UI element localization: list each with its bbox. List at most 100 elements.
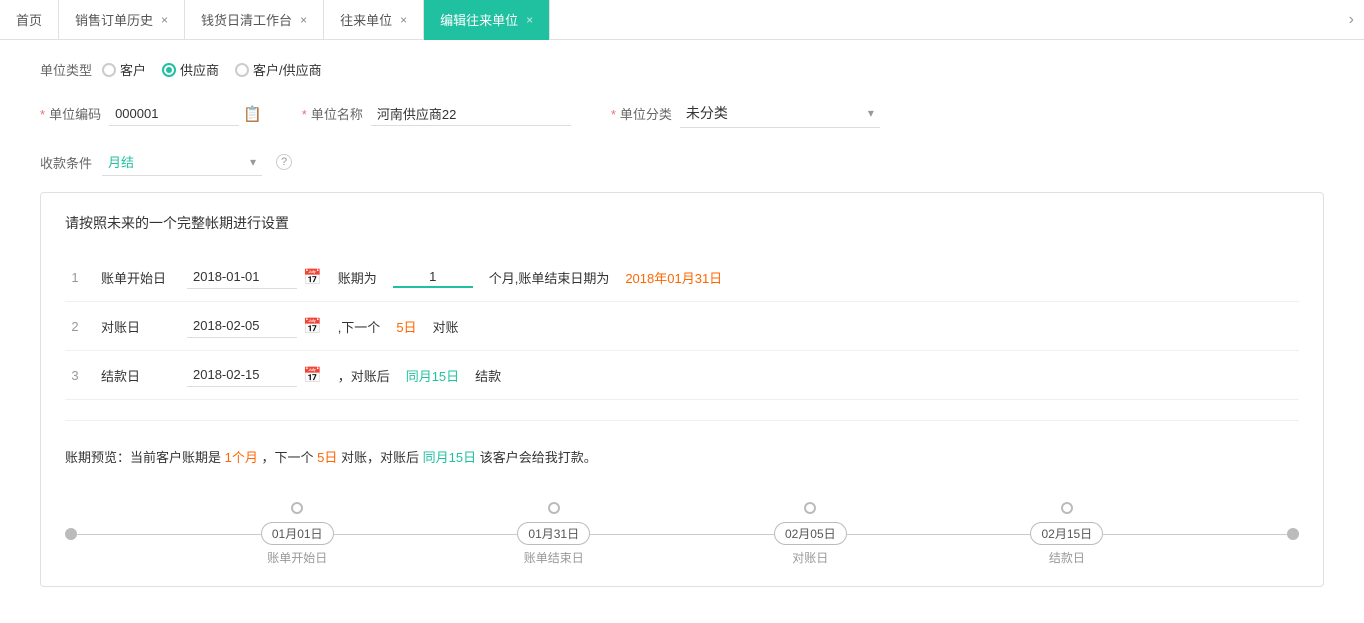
setting-row-3: 3 结款日 📅 ，对账后 同月15日 结款 — [65, 351, 1299, 400]
timeline-cap-1: 账单开始日 — [267, 549, 327, 566]
payment-terms-dropdown[interactable]: 月结 ▾ — [102, 148, 262, 176]
radio-supplier[interactable]: 供应商 — [162, 60, 219, 79]
unit-type-row: 单位类型 客户 供应商 客户/供应商 — [40, 60, 1324, 79]
timeline-end-node — [1287, 528, 1299, 540]
row-2-date-input[interactable] — [187, 314, 297, 338]
radio-customer-label: 客户 — [120, 60, 146, 79]
main-content: 单位类型 客户 供应商 客户/供应商 单位编码 📋 单位 — [0, 40, 1364, 623]
tab-cash-work[interactable]: 钱货日清工作台 × — [185, 0, 324, 40]
radio-supplier-label: 供应商 — [180, 60, 219, 79]
row-3-field: 结款日 — [101, 366, 171, 385]
timeline-dot-3 — [804, 502, 816, 514]
unit-code-field: 📋 — [109, 102, 262, 126]
row-3-desc-suffix: 结款 — [475, 366, 501, 385]
row-3-date-container: 📅 — [187, 363, 322, 387]
timeline-date-2: 01月31日 — [517, 522, 590, 545]
tab-sales-history[interactable]: 销售订单历史 × — [59, 0, 185, 40]
unit-category-arrow: ▾ — [868, 106, 874, 120]
timeline-node-2: 01月31日 账单结束日 — [517, 502, 590, 566]
row-1-date-input[interactable] — [187, 265, 297, 289]
timeline-cap-4: 结款日 — [1049, 549, 1085, 566]
preview-highlight2: 5日 — [317, 450, 337, 465]
tab-units[interactable]: 往来单位 × — [324, 0, 424, 40]
timeline-start-dot — [65, 528, 77, 540]
row-1-num: 1 — [65, 270, 85, 285]
row-2-calendar-icon[interactable]: 📅 — [303, 317, 322, 335]
timeline-cap-3: 对账日 — [792, 549, 828, 566]
timeline-end-dot — [1287, 528, 1299, 540]
timeline-dot-4 — [1061, 502, 1073, 514]
timeline-dot-1 — [291, 502, 303, 514]
timeline-seg-3 — [590, 534, 774, 535]
tab-units-close[interactable]: × — [400, 13, 407, 27]
row-3-desc-prefix: ，对账后 — [338, 366, 390, 385]
tab-edit-units[interactable]: 编辑往来单位 × — [424, 0, 550, 40]
unit-name-input[interactable] — [371, 102, 571, 126]
preview-suffix: 该客户会给我打款。 — [480, 450, 597, 465]
unit-category-label: 单位分类 — [611, 104, 672, 123]
tab-sales-close[interactable]: × — [161, 13, 168, 27]
unit-type-label: 单位类型 — [40, 60, 92, 79]
row-3-desc-highlight: 同月15日 — [406, 366, 459, 385]
unit-code-label: 单位编码 — [40, 104, 101, 123]
row-1-period-suffix: 个月,账单结束日期为 — [489, 268, 610, 287]
preview-text: 账期预览：当前客户账期是 1个月 ，下一个 5日 对账，对账后 同月15日 该客… — [65, 437, 1299, 476]
row-1-period-prefix: 账期为 — [338, 268, 377, 287]
tab-edit-units-close[interactable]: × — [526, 13, 533, 27]
row-1-period-input[interactable] — [393, 267, 473, 288]
setting-row-2: 2 对账日 📅 ,下一个 5日 对账 — [65, 302, 1299, 351]
timeline-seg-2 — [334, 534, 518, 535]
payment-terms-label: 收款条件 — [40, 153, 92, 172]
tabs-arrow[interactable]: › — [1339, 11, 1364, 29]
timeline-node-4: 02月15日 结款日 — [1030, 502, 1103, 566]
unit-category-dropdown[interactable]: 未分类 ▾ — [680, 99, 880, 128]
timeline: 01月01日 账单开始日 01月31日 账单结束日 02月05日 对账日 — [65, 486, 1299, 566]
tab-cash-close[interactable]: × — [300, 13, 307, 27]
row-2-date-container: 📅 — [187, 314, 322, 338]
tab-cash-label: 钱货日清工作台 — [201, 10, 292, 29]
payment-terms-value: 月结 — [108, 152, 134, 171]
section-title: 请按照未来的一个完整帐期进行设置 — [65, 213, 1299, 233]
row-3-calendar-icon[interactable]: 📅 — [303, 366, 322, 384]
timeline-date-1: 01月01日 — [261, 522, 334, 545]
timeline-cap-2: 账单结束日 — [524, 549, 584, 566]
tab-units-label: 往来单位 — [340, 10, 392, 29]
row-2-desc-suffix: 对账 — [433, 317, 459, 336]
radio-both-circle — [235, 63, 249, 77]
timeline-date-4: 02月15日 — [1030, 522, 1103, 545]
settings-section: 请按照未来的一个完整帐期进行设置 1 账单开始日 📅 账期为 个月,账单结束日期… — [40, 192, 1324, 587]
help-icon[interactable]: ? — [276, 154, 292, 170]
preview-middle2: 对账，对账后 — [341, 450, 419, 465]
timeline-node-3: 02月05日 对账日 — [774, 502, 847, 566]
radio-customer[interactable]: 客户 — [102, 60, 146, 79]
timeline-section: 01月01日 账单开始日 01月31日 账单结束日 02月05日 对账日 — [65, 476, 1299, 566]
row-2-desc-highlight: 5日 — [396, 317, 416, 336]
timeline-seg-5 — [1103, 534, 1287, 535]
timeline-date-3: 02月05日 — [774, 522, 847, 545]
row-1-calendar-icon[interactable]: 📅 — [303, 268, 322, 286]
tab-edit-units-label: 编辑往来单位 — [440, 10, 518, 29]
row-1-date-container: 📅 — [187, 265, 322, 289]
tab-home[interactable]: 首页 — [0, 0, 59, 40]
timeline-seg-4 — [847, 534, 1031, 535]
payment-terms-row: 收款条件 月结 ▾ ? — [40, 148, 1324, 176]
tabs-bar: 首页 销售订单历史 × 钱货日清工作台 × 往来单位 × 编辑往来单位 × › — [0, 0, 1364, 40]
unit-name-label: 单位名称 — [302, 104, 363, 123]
preview-highlight3: 同月15日 — [423, 450, 476, 465]
preview-highlight1: 1个月 — [225, 450, 258, 465]
row-1-field: 账单开始日 — [101, 268, 171, 287]
unit-code-icon[interactable]: 📋 — [243, 105, 262, 123]
unit-code-input[interactable] — [109, 102, 239, 126]
radio-supplier-circle — [162, 63, 176, 77]
basic-info-row: 单位编码 📋 单位名称 单位分类 未分类 ▾ — [40, 99, 1324, 128]
preview-middle1: ，下一个 — [262, 450, 314, 465]
radio-customer-circle — [102, 63, 116, 77]
timeline-seg-1 — [77, 534, 261, 535]
row-2-field: 对账日 — [101, 317, 171, 336]
tab-home-label: 首页 — [16, 10, 42, 29]
unit-category-value: 未分类 — [686, 103, 728, 123]
row-3-date-input[interactable] — [187, 363, 297, 387]
row-3-num: 3 — [65, 368, 85, 383]
radio-both[interactable]: 客户/供应商 — [235, 60, 322, 79]
radio-both-label: 客户/供应商 — [253, 60, 322, 79]
